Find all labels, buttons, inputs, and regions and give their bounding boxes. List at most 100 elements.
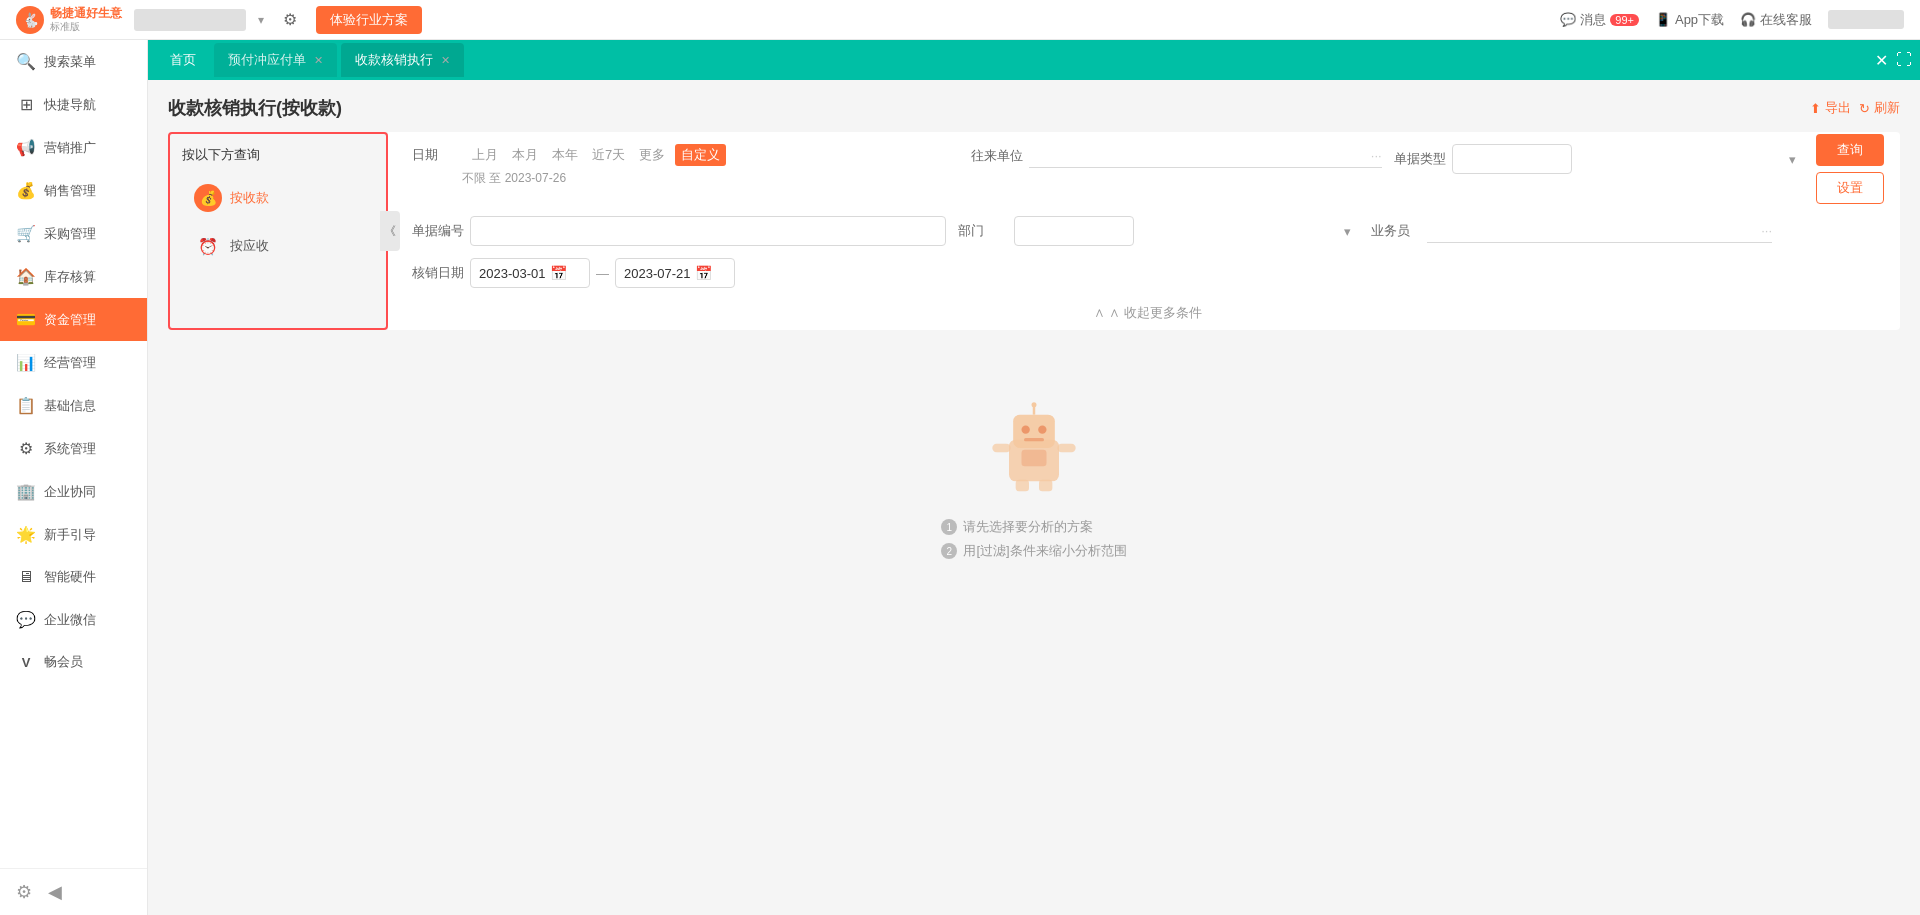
sidebar-collapse-button[interactable]: ◀ xyxy=(48,881,62,903)
doc-type-filter-group: 单据类型 xyxy=(1394,144,1804,174)
headset-icon: 🎧 xyxy=(1740,12,1756,27)
message-label: 消息 xyxy=(1580,11,1606,29)
doc-type-select[interactable] xyxy=(1452,144,1572,174)
dropdown-icon[interactable]: ▾ xyxy=(258,13,264,27)
svg-rect-9 xyxy=(1016,480,1029,492)
sidebar-item-search-menu[interactable]: 🔍 搜索菜单 xyxy=(0,40,147,83)
export-button[interactable]: ⬆ 导出 xyxy=(1810,99,1851,117)
sidebar-label-inventory: 库存核算 xyxy=(44,268,96,286)
doc-no-input[interactable] xyxy=(470,216,946,246)
receipt-option-icon: 💰 xyxy=(194,184,222,212)
sidebar-label-search: 搜索菜单 xyxy=(44,53,96,71)
sidebar-label-system: 系统管理 xyxy=(44,440,96,458)
sidebar-label-operations: 经营管理 xyxy=(44,354,96,372)
sidebar-item-sales[interactable]: 💰 销售管理 xyxy=(0,169,147,212)
inventory-icon: 🏠 xyxy=(16,267,36,286)
sidebar-label-member: 畅会员 xyxy=(44,653,83,671)
collapse-icon: ∧ xyxy=(1094,305,1105,320)
filter-area: 按以下方查询 💰 按收款 ⏰ 按应收 《 日期 xyxy=(168,132,1900,330)
sidebar-item-quick-nav[interactable]: ⊞ 快捷导航 xyxy=(0,83,147,126)
sidebar-item-basics[interactable]: 📋 基础信息 xyxy=(0,384,147,427)
date-shortcuts-row: 日期 上月 本月 本年 近7天 更多 自定义 xyxy=(412,144,959,166)
sidebar-item-enterprise[interactable]: 🏢 企业协同 xyxy=(0,470,147,513)
app-name: 畅捷通好生意 xyxy=(50,6,122,20)
tab-prepay-offset[interactable]: 预付冲应付单 ✕ xyxy=(214,43,337,77)
dept-label: 部门 xyxy=(958,222,1008,240)
online-service-button[interactable]: 🎧 在线客服 xyxy=(1740,11,1812,29)
settings-button[interactable]: 设置 xyxy=(1816,172,1884,204)
partner-label: 往来单位 xyxy=(971,147,1023,165)
empty-illustration xyxy=(984,398,1084,498)
tab-receivable-close[interactable]: ✕ xyxy=(441,54,450,67)
collapse-more-conditions[interactable]: ∧ ∧ 收起更多条件 xyxy=(412,300,1884,330)
date-shortcut-this-year[interactable]: 本年 xyxy=(548,144,582,166)
tab-prepay-close[interactable]: ✕ xyxy=(314,54,323,67)
refresh-button[interactable]: ↻ 刷新 xyxy=(1859,99,1900,117)
doc-type-label: 单据类型 xyxy=(1394,150,1446,168)
date-separator: — xyxy=(596,266,609,281)
sidebar: 🔍 搜索菜单 ⊞ 快捷导航 📢 营销推广 💰 销售管理 🛒 采购管理 🏠 库存核… xyxy=(0,40,148,915)
dept-select[interactable] xyxy=(1014,216,1134,246)
query-button[interactable]: 查询 xyxy=(1816,134,1884,166)
sidebar-item-purchase[interactable]: 🛒 采购管理 xyxy=(0,212,147,255)
svg-point-3 xyxy=(1038,426,1046,434)
filter-option-by-receivable[interactable]: ⏰ 按应收 xyxy=(182,224,374,268)
sidebar-label-wechat: 企业微信 xyxy=(44,611,96,629)
tab-receivable-offset[interactable]: 收款核销执行 ✕ xyxy=(341,43,464,77)
collapse-more-label: ∧ 收起更多条件 xyxy=(1109,305,1202,320)
tab-receivable-label: 收款核销执行 xyxy=(355,51,433,69)
verify-date-end-input[interactable]: 2023-07-21 📅 xyxy=(615,258,735,288)
solution-button[interactable]: 体验行业方案 xyxy=(316,6,422,34)
message-button[interactable]: 💬 消息 99+ xyxy=(1560,11,1639,29)
sidebar-label-hardware: 智能硬件 xyxy=(44,568,96,586)
tab-home[interactable]: 首页 xyxy=(156,43,210,77)
sidebar-item-marketing[interactable]: 📢 营销推广 xyxy=(0,126,147,169)
filter-right-form: 日期 上月 本月 本年 近7天 更多 自定义 不限 至 2023-07-26 xyxy=(388,132,1900,330)
sidebar-item-guide[interactable]: 🌟 新手引导 xyxy=(0,513,147,556)
dept-filter-group: 部门 xyxy=(958,216,1359,246)
calendar-end-icon: 📅 xyxy=(695,265,712,281)
filter-panel-collapse-button[interactable]: 《 xyxy=(380,211,400,251)
sidebar-item-finance[interactable]: 💳 资金管理 xyxy=(0,298,147,341)
basics-icon: 📋 xyxy=(16,396,36,415)
date-shortcut-more[interactable]: 更多 xyxy=(635,144,669,166)
settings-gear-button[interactable]: ⚙ xyxy=(276,6,304,34)
message-badge: 99+ xyxy=(1610,14,1639,26)
sidebar-item-member[interactable]: V 畅会员 xyxy=(0,641,147,683)
sidebar-label-guide: 新手引导 xyxy=(44,526,96,544)
sidebar-item-wechat[interactable]: 💬 企业微信 xyxy=(0,598,147,641)
receivable-option-icon: ⏰ xyxy=(194,232,222,260)
sidebar-settings-button[interactable]: ⚙ xyxy=(16,881,32,903)
refresh-label: 刷新 xyxy=(1874,99,1900,117)
system-icon: ⚙ xyxy=(16,439,36,458)
calendar-start-icon: 📅 xyxy=(550,265,567,281)
tab-close-all-button[interactable]: ✕ xyxy=(1875,51,1888,70)
date-shortcut-last-month[interactable]: 上月 xyxy=(468,144,502,166)
export-icon: ⬆ xyxy=(1810,101,1821,116)
receipt-option-label: 按收款 xyxy=(230,189,269,207)
date-shortcut-custom[interactable]: 自定义 xyxy=(675,144,726,166)
svg-rect-8 xyxy=(1057,444,1075,452)
enterprise-icon: 🏢 xyxy=(16,482,36,501)
date-shortcut-this-month[interactable]: 本月 xyxy=(508,144,542,166)
sidebar-item-operations[interactable]: 📊 经营管理 xyxy=(0,341,147,384)
filter-panel-title: 按以下方查询 xyxy=(182,146,374,164)
sidebar-item-hardware[interactable]: 🖥 智能硬件 xyxy=(0,556,147,598)
staff-filter-group: 业务员 ··· xyxy=(1371,219,1772,243)
tab-fullscreen-button[interactable]: ⛶ xyxy=(1896,51,1912,69)
app-download-label: App下载 xyxy=(1675,11,1724,29)
sidebar-item-system[interactable]: ⚙ 系统管理 xyxy=(0,427,147,470)
svg-rect-10 xyxy=(1039,480,1052,492)
member-icon: V xyxy=(16,655,36,670)
filter-option-by-receipt[interactable]: 💰 按收款 xyxy=(182,176,374,220)
sidebar-item-inventory[interactable]: 🏠 库存核算 xyxy=(0,255,147,298)
app-download-button[interactable]: 📱 App下载 xyxy=(1655,11,1724,29)
verify-date-start-input[interactable]: 2023-03-01 📅 xyxy=(470,258,590,288)
main-content: 首页 预付冲应付单 ✕ 收款核销执行 ✕ ✕ ⛶ 收款核销执行(按收款) ⬆ 导… xyxy=(148,40,1920,915)
date-shortcut-7days[interactable]: 近7天 xyxy=(588,144,629,166)
svg-point-6 xyxy=(1032,402,1037,407)
export-label: 导出 xyxy=(1825,99,1851,117)
page-actions: ⬆ 导出 ↻ 刷新 xyxy=(1810,99,1900,117)
online-service-label: 在线客服 xyxy=(1760,11,1812,29)
page-title: 收款核销执行(按收款) xyxy=(168,96,342,120)
